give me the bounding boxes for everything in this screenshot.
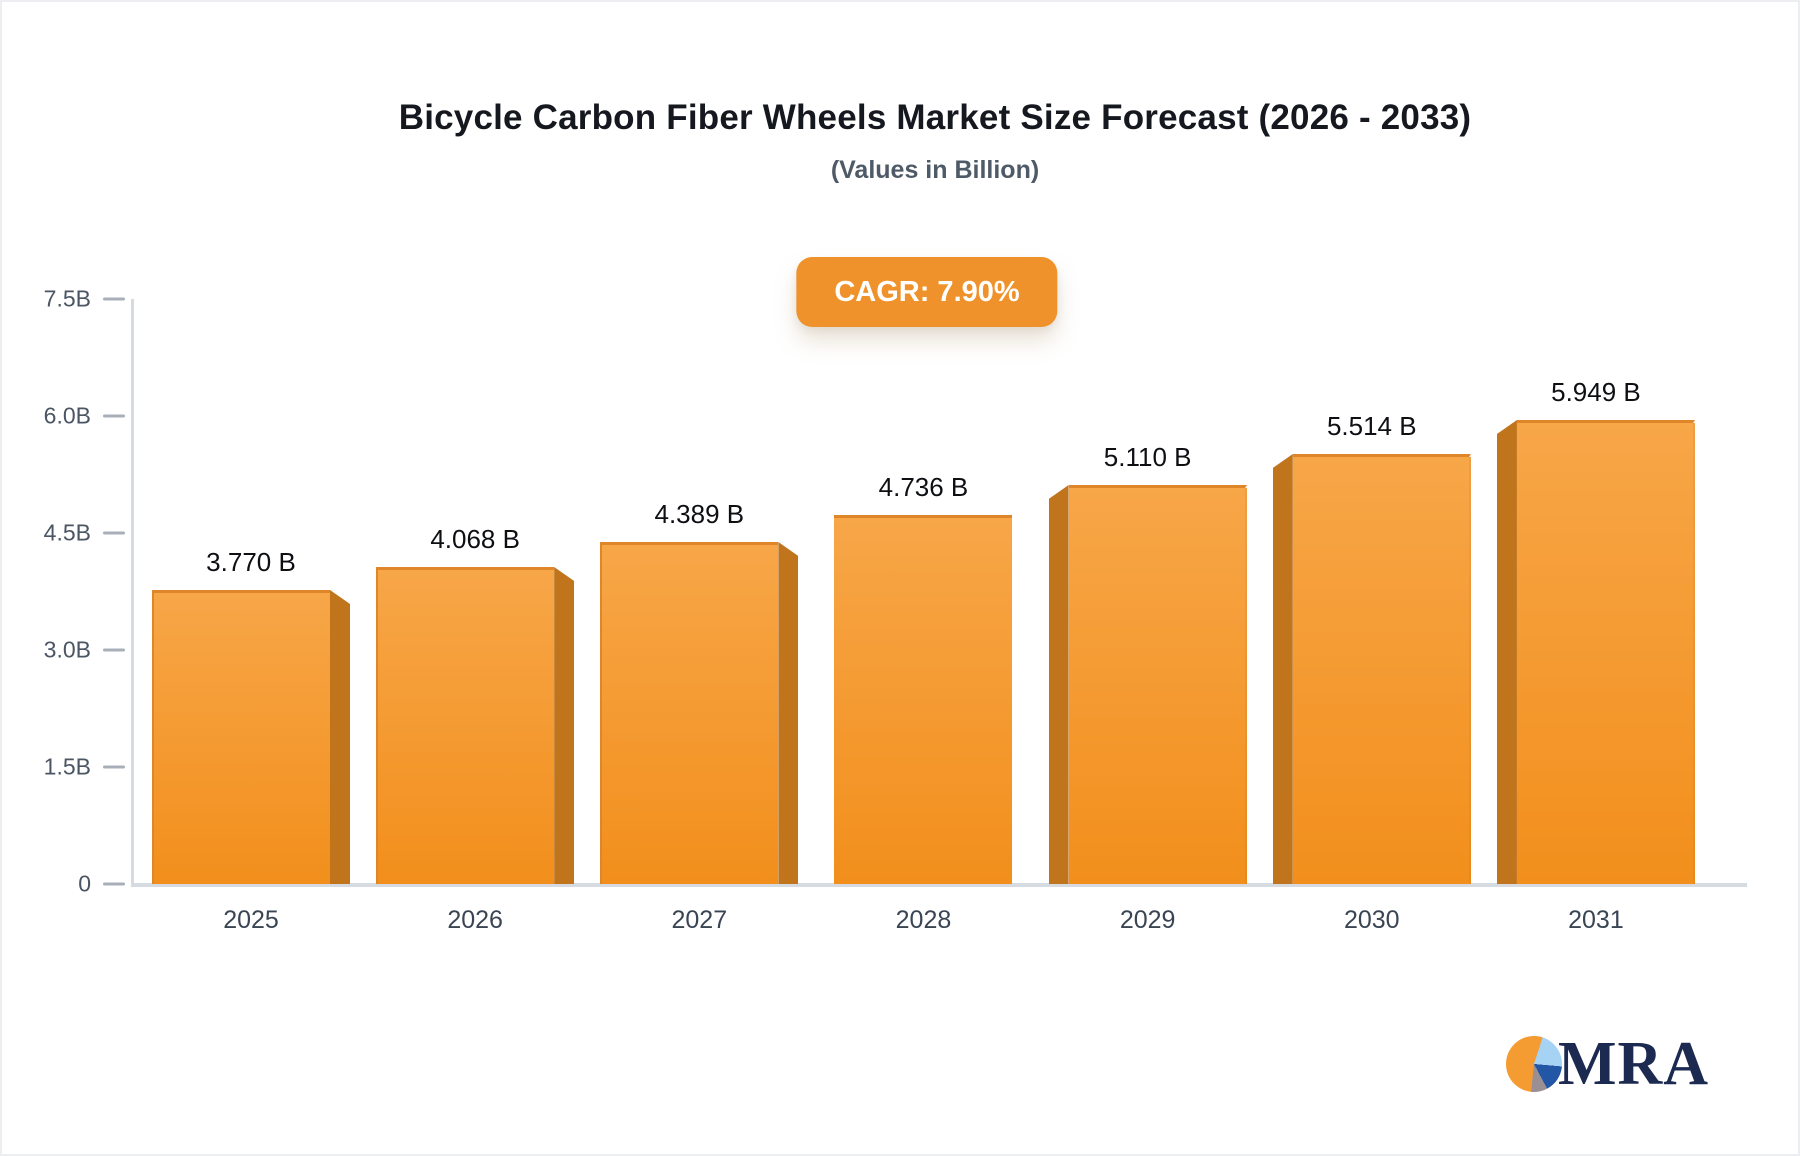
- y-axis-tick-label: 3.0B: [43, 636, 91, 663]
- bar-value-label: 5.514 B: [1326, 411, 1417, 441]
- bar-side-shadow: [330, 590, 350, 884]
- bar-face: [600, 542, 779, 884]
- y-axis-tick: 1.5B: [44, 754, 125, 781]
- chart-title: Bicycle Carbon Fiber Wheels Market Size …: [398, 98, 1472, 137]
- bar-face: [152, 590, 330, 884]
- bar-side-shadow: [778, 542, 799, 884]
- bar-face: [1516, 420, 1695, 884]
- bar-group: 4.068 B 2026: [376, 524, 575, 934]
- bar-face: [1292, 454, 1471, 884]
- tick-dash-icon: [103, 414, 125, 418]
- chart-header: Bicycle Carbon Fiber Wheels Market Size …: [135, 98, 1735, 185]
- chart-canvas: Bicycle Carbon Fiber Wheels Market Size …: [0, 0, 1800, 1156]
- y-axis-tick-label: 4.5B: [43, 519, 91, 546]
- bar-value-label: 5.949 B: [1551, 377, 1641, 407]
- pie-chart-logo-icon: [1506, 1036, 1562, 1092]
- x-axis-label: 2027: [671, 906, 728, 934]
- tick-dash-icon: [103, 882, 125, 886]
- bar-group: 5.514 B 2030: [1272, 411, 1471, 934]
- bar-value-label: 4.736 B: [878, 472, 969, 502]
- bar-face: [1068, 485, 1247, 884]
- chart-subtitle: (Values in Billion): [830, 156, 1040, 184]
- y-axis-tick: 4.5B: [44, 520, 125, 547]
- y-axis-tick-label: 0: [78, 870, 91, 897]
- bar-group: 4.389 B 2027: [600, 499, 799, 934]
- x-axis-label: 2030: [1343, 906, 1400, 934]
- y-axis-tick-label: 6.0B: [43, 402, 91, 429]
- bar: [600, 542, 799, 884]
- x-axis-label: 2026: [447, 906, 503, 934]
- tick-dash-icon: [103, 765, 125, 769]
- bar-value-label: 4.389 B: [654, 499, 745, 529]
- bar: [824, 515, 1022, 884]
- bar-value-label: 4.068 B: [430, 524, 520, 554]
- brand-logo: MRA: [1506, 1033, 1709, 1095]
- brand-logo-text: MRA: [1558, 1030, 1710, 1098]
- bar-side-shadow: [554, 567, 575, 884]
- y-axis-tick-label: 1.5B: [43, 753, 91, 780]
- y-axis-tick: 6.0B: [44, 403, 125, 430]
- bar-group: 5.110 B 2029: [1048, 442, 1247, 934]
- y-axis-tick: 0: [78, 871, 125, 898]
- bar-group: 5.949 B 2031: [1496, 377, 1695, 934]
- bar-face: [376, 567, 555, 884]
- y-axis-ticks: 0 1.5B 3.0B 4.5B 6.0B 7.5B: [2, 286, 125, 897]
- bar-group: 3.770 B 2025: [152, 547, 350, 934]
- y-axis-tick: 3.0B: [44, 637, 125, 664]
- bar-side-shadow: [1048, 485, 1069, 884]
- x-axis-label: 2029: [1119, 906, 1176, 934]
- bar: [1048, 485, 1247, 884]
- bar-side-shadow: [1496, 420, 1517, 884]
- bar-group: 4.736 B 2028: [824, 472, 1022, 934]
- tick-dash-icon: [103, 297, 125, 301]
- bar: [1496, 420, 1695, 884]
- y-axis-tick-label: 7.5B: [43, 285, 91, 312]
- bar-face: [834, 515, 1013, 884]
- bar-side-shadow: [1272, 454, 1293, 884]
- x-axis-label: 2025: [223, 906, 279, 934]
- bar: [152, 590, 350, 884]
- bar-value-label: 3.770 B: [206, 547, 296, 577]
- y-axis-line: [131, 299, 134, 886]
- y-axis-tick: 7.5B: [44, 286, 125, 313]
- bar: [376, 567, 575, 884]
- x-axis-label: 2028: [895, 906, 952, 934]
- bar: [1272, 454, 1471, 884]
- tick-dash-icon: [103, 531, 125, 535]
- bars-row: 3.770 B 2025 4.068 B 2026 4.389 B 2027 4.736 B…: [152, 299, 1695, 934]
- bar-value-label: 5.110 B: [1103, 442, 1192, 472]
- x-axis-label: 2031: [1568, 906, 1624, 934]
- tick-dash-icon: [103, 648, 125, 652]
